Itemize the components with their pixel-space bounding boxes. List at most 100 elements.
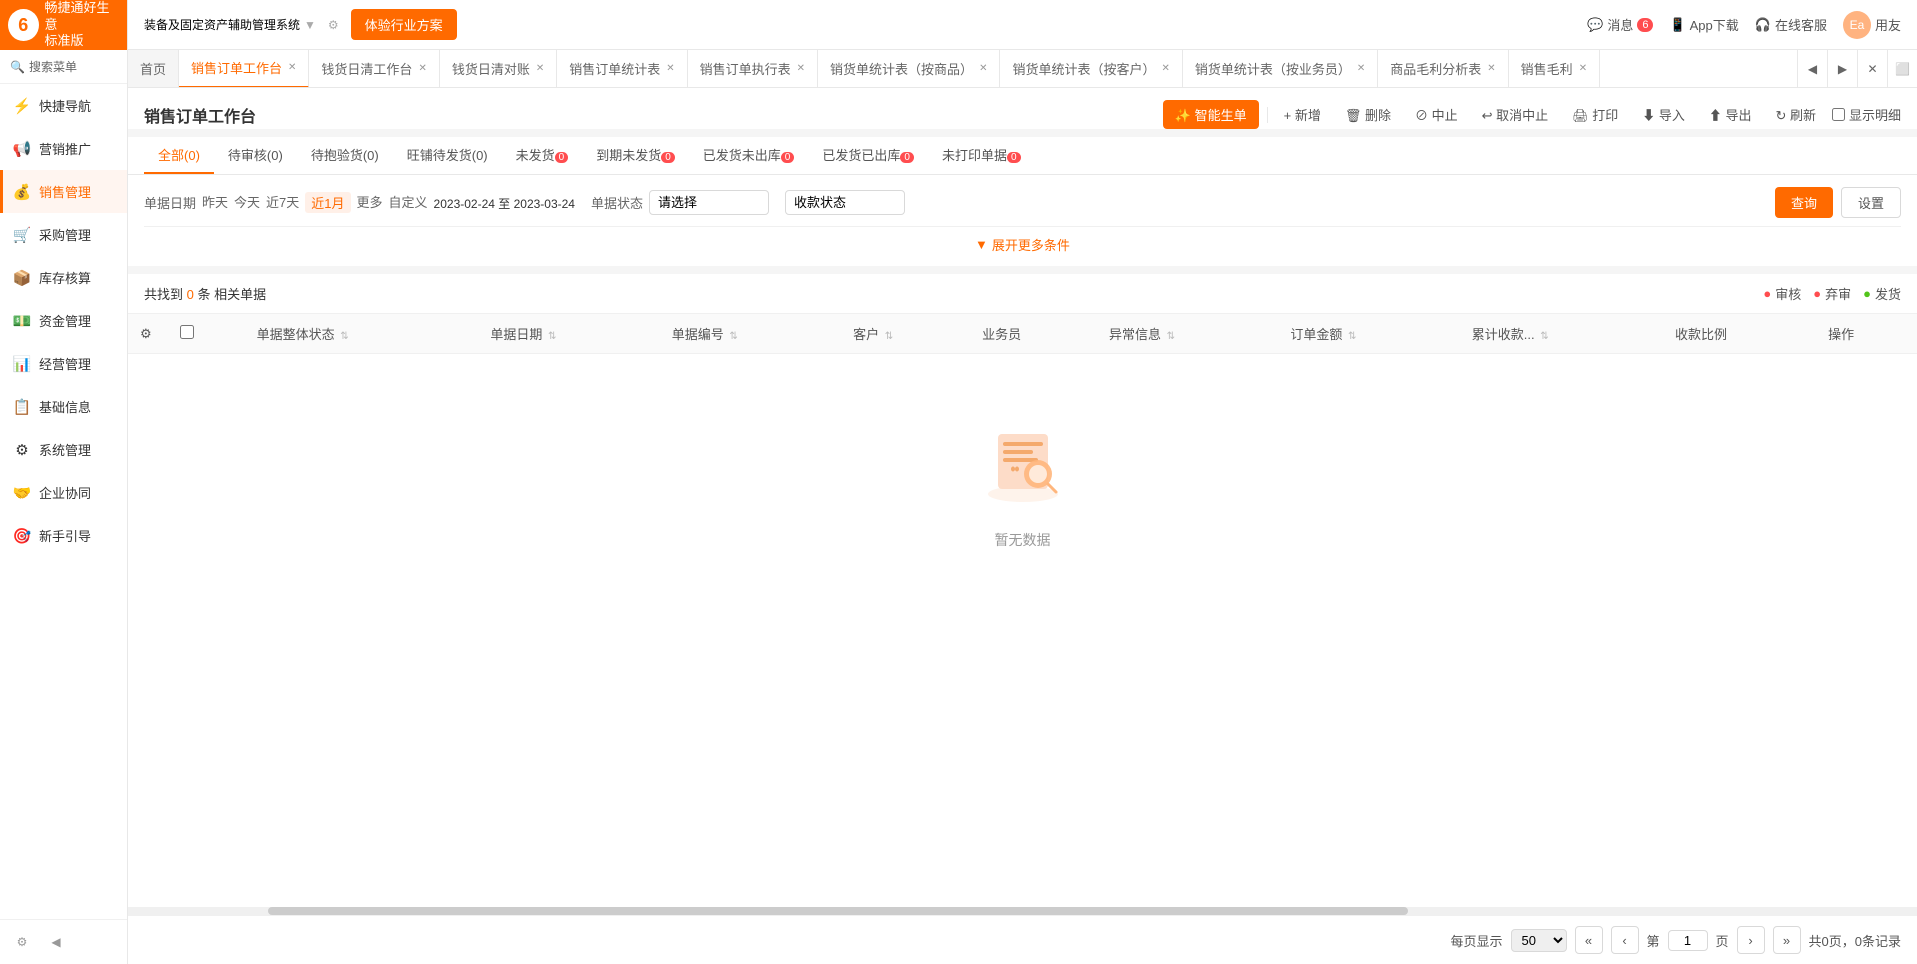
tab-home[interactable]: 首页 xyxy=(128,50,179,88)
last-page-btn[interactable]: » xyxy=(1773,926,1801,954)
industry-btn[interactable]: 体验行业方案 xyxy=(351,9,457,40)
show-detail-checkbox[interactable] xyxy=(1832,108,1845,121)
settings-icon[interactable]: ⚙ xyxy=(10,930,34,954)
sidebar-item-basic[interactable]: 📋基础信息 xyxy=(0,385,127,428)
tab-close-sales-order-stat[interactable]: ✕ xyxy=(666,63,674,74)
dropdown-icon[interactable]: ▼ xyxy=(304,18,316,32)
sidebar-search[interactable]: 🔍 搜索菜单 xyxy=(0,50,127,84)
tab-product-margin[interactable]: 商品毛利分析表✕ xyxy=(1378,50,1508,88)
tab-scroll-left[interactable]: ◀ xyxy=(1797,50,1827,88)
date-link-今天[interactable]: 今天 xyxy=(234,192,260,213)
th-abnormal[interactable]: 异常信息 ⇅ xyxy=(1097,314,1278,354)
date-link-更多[interactable]: 更多 xyxy=(357,192,383,213)
action-ship[interactable]: ● 发货 xyxy=(1863,284,1901,303)
tab-cash-reconcile[interactable]: 钱货日清对账✕ xyxy=(440,50,557,88)
tab-close-cash-daily[interactable]: ✕ xyxy=(418,63,426,74)
tab-sales-order-stat[interactable]: 销售订单统计表✕ xyxy=(557,50,687,88)
scrollbar-thumb[interactable] xyxy=(268,907,1408,915)
filter-tab-shipped-out[interactable]: 已发货已出库0 xyxy=(808,137,928,174)
sidebar-item-quick-nav[interactable]: ⚡快捷导航 xyxy=(0,84,127,127)
tab-sales-workbench[interactable]: 销售订单工作台✕ xyxy=(179,50,309,88)
print-btn[interactable]: 🖨 打印 xyxy=(1564,100,1626,129)
cancel-stop-btn[interactable]: ↩ 取消中止 xyxy=(1474,100,1557,129)
tab-sales-stat-customer[interactable]: 销货单统计表（按客户）✕ xyxy=(1000,50,1182,88)
th-customer[interactable]: 客户 ⇅ xyxy=(841,314,970,354)
status-select[interactable]: 请选择 xyxy=(649,190,769,215)
filter-tab-expired-not-shipped[interactable]: 到期未发货0 xyxy=(582,137,689,174)
enterprise-icon: 🤝 xyxy=(13,484,31,502)
date-link-自定义[interactable]: 自定义 xyxy=(389,192,428,213)
user-menu[interactable]: Ea 用友 xyxy=(1843,11,1901,39)
tab-sales-profit[interactable]: 销售毛利✕ xyxy=(1509,50,1600,88)
tab-maximize[interactable]: ⬜ xyxy=(1887,50,1917,88)
scrollbar-area[interactable] xyxy=(128,907,1917,915)
th-date[interactable]: 单据日期 ⇅ xyxy=(478,314,659,354)
tab-close-sales-stat-customer[interactable]: ✕ xyxy=(1161,63,1169,74)
prev-page-btn[interactable]: ‹ xyxy=(1611,926,1639,954)
collapse-icon[interactable]: ◀ xyxy=(44,930,68,954)
sidebar-item-system[interactable]: ⚙系统管理 xyxy=(0,428,127,471)
sidebar-item-enterprise[interactable]: 🤝企业协同 xyxy=(0,471,127,514)
setting-btn[interactable]: 设置 xyxy=(1841,187,1901,218)
expand-btn[interactable]: ▼ 展开更多条件 xyxy=(975,235,1070,254)
payment-select[interactable]: 收款状态 xyxy=(785,190,905,215)
filter-tab-all[interactable]: 全部(0) xyxy=(144,137,214,174)
tab-sales-stat-product[interactable]: 销货单统计表（按商品）✕ xyxy=(818,50,1000,88)
filter-panel: 单据日期 昨天今天近7天近1月更多自定义 2023-02-24 至 2023-0… xyxy=(128,175,1917,266)
filter-tab-pending-inspect[interactable]: 待抱验货(0) xyxy=(297,137,393,174)
delete-btn[interactable]: 🗑 删除 xyxy=(1337,100,1399,129)
th-received[interactable]: 累计收款... ⇅ xyxy=(1460,314,1663,354)
th-staff[interactable]: 业务员 xyxy=(970,314,1097,354)
action-review[interactable]: ● 审核 xyxy=(1763,284,1801,303)
tab-sales-stat-staff[interactable]: 销货单统计表（按业务员）✕ xyxy=(1183,50,1378,88)
stop-btn[interactable]: ⊘ 中止 xyxy=(1407,100,1466,129)
date-link-近7天[interactable]: 近7天 xyxy=(266,192,299,213)
next-page-btn[interactable]: › xyxy=(1737,926,1765,954)
tab-close-cash-reconcile[interactable]: ✕ xyxy=(536,63,544,74)
smart-create-btn[interactable]: ✨ 智能生单 xyxy=(1163,100,1259,129)
online-service-btn[interactable]: 🎧 在线客服 xyxy=(1755,15,1827,34)
sidebar-item-inventory[interactable]: 📦库存核算 xyxy=(0,256,127,299)
system-name: 装备及固定资产辅助管理系统 ▼ xyxy=(144,16,316,33)
tab-close-sales-profit[interactable]: ✕ xyxy=(1579,63,1587,74)
message-btn[interactable]: 💬 消息 6 xyxy=(1587,15,1653,34)
add-btn[interactable]: + 新增 xyxy=(1276,100,1329,129)
th-checkbox-all[interactable] xyxy=(168,314,245,354)
tab-close-sales-stat-staff[interactable]: ✕ xyxy=(1357,63,1365,74)
date-link-近1月[interactable]: 近1月 xyxy=(305,192,350,213)
refresh-btn[interactable]: ↻ 刷新 xyxy=(1767,100,1824,129)
tab-close-sales-order-exec[interactable]: ✕ xyxy=(797,63,805,74)
tab-scroll-right[interactable]: ▶ xyxy=(1827,50,1857,88)
export-btn[interactable]: ⬆ 导出 xyxy=(1701,100,1760,129)
th-status[interactable]: 单据整体状态 ⇅ xyxy=(245,314,479,354)
show-detail-check[interactable]: 显示明细 xyxy=(1832,105,1901,124)
action-uncheck[interactable]: ● 弃审 xyxy=(1813,284,1851,303)
sidebar-item-purchase[interactable]: 🛒采购管理 xyxy=(0,213,127,256)
tab-close-sales-workbench[interactable]: ✕ xyxy=(288,62,296,73)
filter-tab-not-printed[interactable]: 未打印单据0 xyxy=(928,137,1035,174)
sidebar-item-guide[interactable]: 🎯新手引导 xyxy=(0,514,127,557)
filter-tab-pending-review[interactable]: 待审核(0) xyxy=(214,137,297,174)
first-page-btn[interactable]: « xyxy=(1575,926,1603,954)
filter-tab-shipped-not-out[interactable]: 已发货未出库0 xyxy=(689,137,809,174)
tab-close-product-margin[interactable]: ✕ xyxy=(1487,63,1495,74)
app-download-btn[interactable]: 📱 App下载 xyxy=(1669,15,1738,34)
th-number[interactable]: 单据编号 ⇅ xyxy=(660,314,841,354)
filter-tab-not-shipped[interactable]: 未发货0 xyxy=(502,137,583,174)
import-btn[interactable]: ⬇ 导入 xyxy=(1634,100,1693,129)
page-size-select[interactable]: 20 50 100 xyxy=(1511,929,1567,952)
sidebar-item-marketing[interactable]: 📢营销推广 xyxy=(0,127,127,170)
gear-icon[interactable]: ⚙ xyxy=(328,18,339,32)
tab-close-all[interactable]: ✕ xyxy=(1857,50,1887,88)
filter-tab-wangpu-pending[interactable]: 旺铺待发货(0) xyxy=(393,137,502,174)
tab-sales-order-exec[interactable]: 销售订单执行表✕ xyxy=(688,50,818,88)
date-link-昨天[interactable]: 昨天 xyxy=(202,192,228,213)
sidebar-item-sales[interactable]: 💰销售管理 xyxy=(0,170,127,213)
page-input[interactable] xyxy=(1668,930,1708,951)
tab-close-sales-stat-product[interactable]: ✕ xyxy=(979,63,987,74)
sidebar-item-operations[interactable]: 📊经营管理 xyxy=(0,342,127,385)
th-amount[interactable]: 订单金额 ⇅ xyxy=(1278,314,1459,354)
tab-cash-daily[interactable]: 钱货日清工作台✕ xyxy=(309,50,439,88)
sidebar-item-finance[interactable]: 💵资金管理 xyxy=(0,299,127,342)
query-btn[interactable]: 查询 xyxy=(1775,187,1833,218)
